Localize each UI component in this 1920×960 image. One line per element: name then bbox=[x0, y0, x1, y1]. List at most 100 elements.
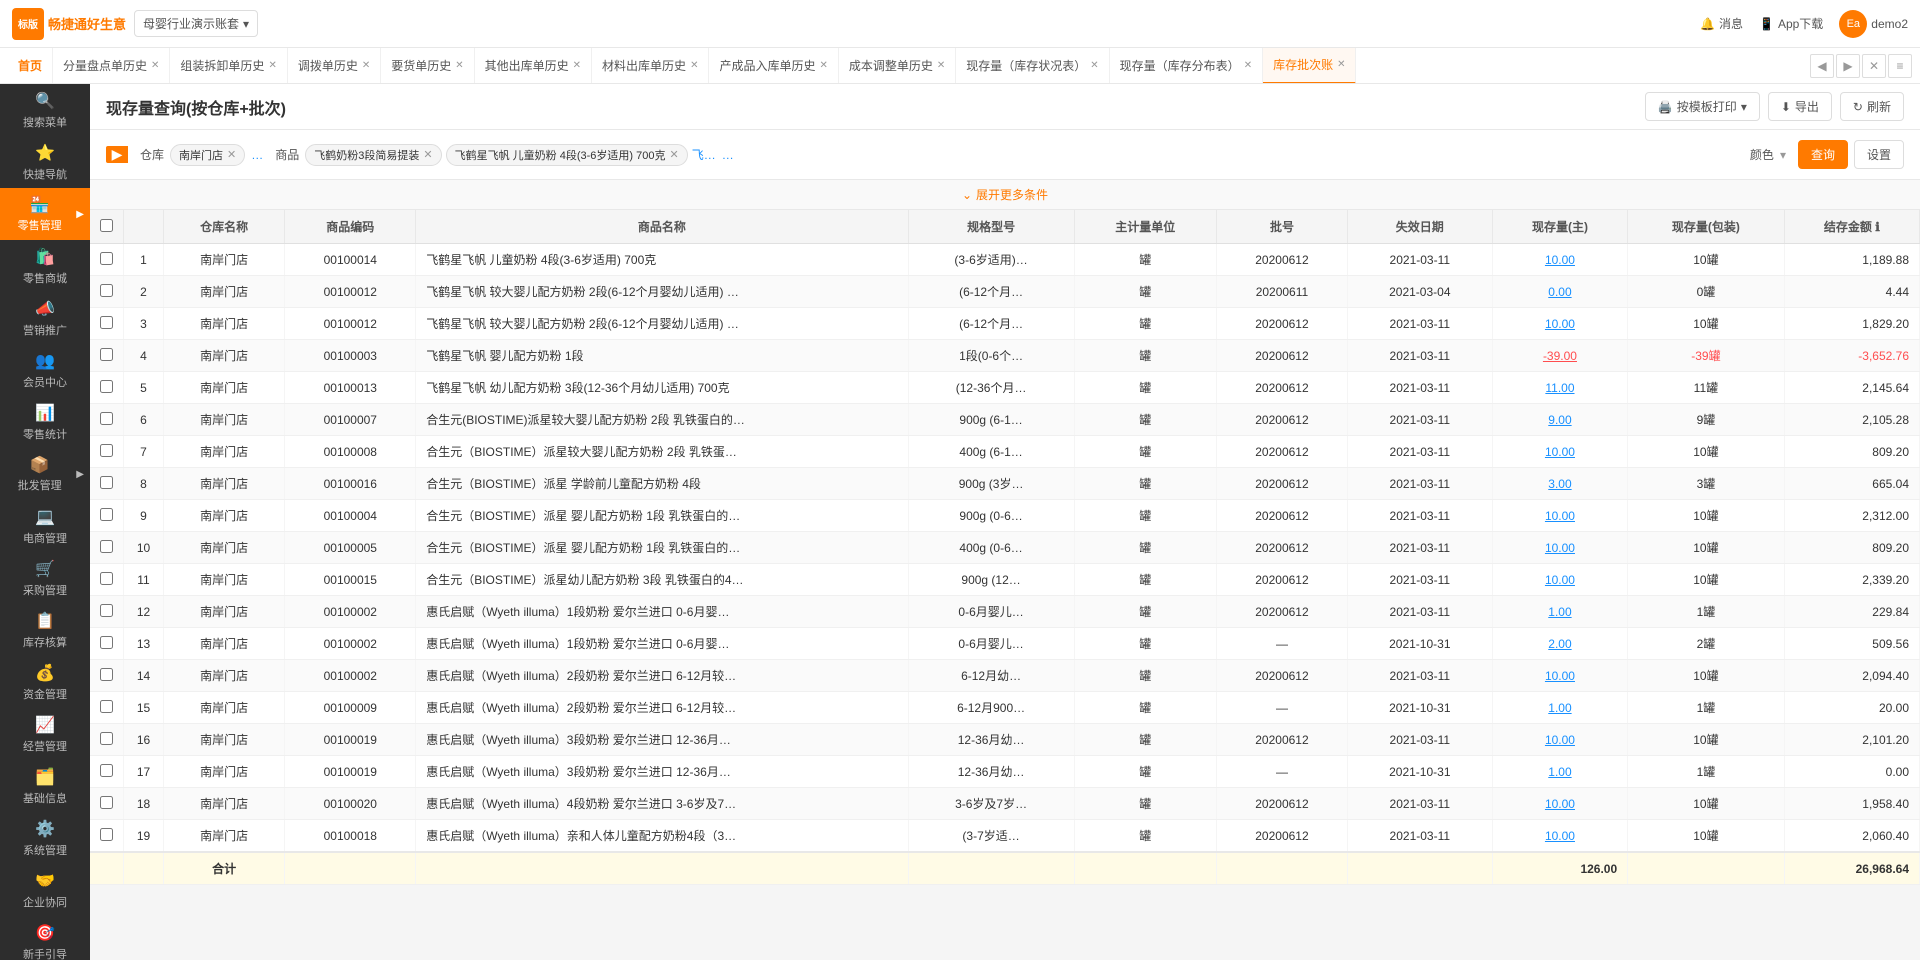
row-select-11[interactable] bbox=[100, 604, 113, 617]
row-select-14[interactable] bbox=[100, 700, 113, 713]
tab-kucun-pici[interactable]: 库存批次账 ✕ bbox=[1263, 48, 1356, 84]
row-checkbox-17[interactable] bbox=[90, 788, 124, 820]
sidebar-item-cooperation[interactable]: 🤝 企业协同 bbox=[0, 864, 90, 916]
row-select-18[interactable] bbox=[100, 828, 113, 841]
sidebar-item-operations[interactable]: 📈 经营管理 bbox=[0, 708, 90, 760]
row-qty-main-6[interactable]: 10.00 bbox=[1492, 436, 1627, 468]
row-select-3[interactable] bbox=[100, 348, 113, 361]
goods-tag-2-remove[interactable]: ✕ bbox=[669, 148, 678, 161]
user-area[interactable]: Ea demo2 bbox=[1839, 10, 1908, 38]
row-checkbox-3[interactable] bbox=[90, 340, 124, 372]
row-select-8[interactable] bbox=[100, 508, 113, 521]
sidebar-item-basic[interactable]: 🗂️ 基础信息 bbox=[0, 760, 90, 812]
row-qty-main-9[interactable]: 10.00 bbox=[1492, 532, 1627, 564]
tab-home[interactable]: 首页 bbox=[8, 48, 53, 84]
row-select-10[interactable] bbox=[100, 572, 113, 585]
row-checkbox-8[interactable] bbox=[90, 500, 124, 532]
close-icon[interactable]: ✕ bbox=[455, 60, 463, 71]
tab-qita-chuku[interactable]: 其他出库单历史 ✕ bbox=[475, 48, 592, 84]
row-checkbox-9[interactable] bbox=[90, 532, 124, 564]
row-qty-main-16[interactable]: 1.00 bbox=[1492, 756, 1627, 788]
row-qty-main-7[interactable]: 3.00 bbox=[1492, 468, 1627, 500]
tab-scroll-right[interactable]: ▶ bbox=[1836, 54, 1860, 78]
row-select-6[interactable] bbox=[100, 444, 113, 457]
row-select-2[interactable] bbox=[100, 316, 113, 329]
row-qty-main-1[interactable]: 0.00 bbox=[1492, 276, 1627, 308]
sidebar-item-shop[interactable]: 🛍️ 零售商城 bbox=[0, 240, 90, 292]
sidebar-item-system[interactable]: ⚙️ 系统管理 bbox=[0, 812, 90, 864]
row-qty-main-15[interactable]: 10.00 bbox=[1492, 724, 1627, 756]
row-select-0[interactable] bbox=[100, 252, 113, 265]
sidebar-item-finance[interactable]: 💰 资金管理 bbox=[0, 656, 90, 708]
row-qty-main-8[interactable]: 10.00 bbox=[1492, 500, 1627, 532]
row-qty-main-3[interactable]: -39.00 bbox=[1492, 340, 1627, 372]
row-checkbox-18[interactable] bbox=[90, 820, 124, 853]
row-checkbox-6[interactable] bbox=[90, 436, 124, 468]
tab-menu[interactable]: ≡ bbox=[1888, 54, 1912, 78]
row-select-16[interactable] bbox=[100, 764, 113, 777]
tab-close-all[interactable]: ✕ bbox=[1862, 54, 1886, 78]
tab-zuchaichu[interactable]: 组装拆卸单历史 ✕ bbox=[170, 48, 287, 84]
row-checkbox-5[interactable] bbox=[90, 404, 124, 436]
goods-tag-1-remove[interactable]: ✕ bbox=[423, 148, 432, 161]
row-qty-main-13[interactable]: 10.00 bbox=[1492, 660, 1627, 692]
sidebar-item-inventory[interactable]: 📋 库存核算 bbox=[0, 604, 90, 656]
account-selector[interactable]: 母婴行业演示账套 ▾ bbox=[134, 10, 258, 37]
row-checkbox-13[interactable] bbox=[90, 660, 124, 692]
row-qty-main-5[interactable]: 9.00 bbox=[1492, 404, 1627, 436]
expand-conditions-btn[interactable]: ⌄ 展开更多条件 bbox=[106, 186, 1904, 203]
row-qty-main-12[interactable]: 2.00 bbox=[1492, 628, 1627, 660]
warehouse-more-btn[interactable]: … bbox=[251, 148, 263, 162]
row-qty-main-17[interactable]: 10.00 bbox=[1492, 788, 1627, 820]
close-icon[interactable]: ✕ bbox=[268, 60, 276, 71]
row-select-13[interactable] bbox=[100, 668, 113, 681]
row-checkbox-11[interactable] bbox=[90, 596, 124, 628]
tab-chengben[interactable]: 成本调整单历史 ✕ bbox=[839, 48, 956, 84]
row-select-12[interactable] bbox=[100, 636, 113, 649]
export-btn[interactable]: ⬇ 导出 bbox=[1768, 92, 1832, 121]
close-icon[interactable]: ✕ bbox=[362, 60, 370, 71]
tab-chanchengpin[interactable]: 产成品入库单历史 ✕ bbox=[709, 48, 838, 84]
close-icon[interactable]: ✕ bbox=[151, 60, 159, 71]
close-icon[interactable]: ✕ bbox=[573, 60, 581, 71]
close-icon[interactable]: ✕ bbox=[937, 60, 945, 71]
tab-xiancunliang-kuzhuang[interactable]: 现存量（库存状况表） ✕ bbox=[956, 48, 1109, 84]
sidebar-item-ecommerce[interactable]: 💻 电商管理 bbox=[0, 500, 90, 552]
row-checkbox-16[interactable] bbox=[90, 756, 124, 788]
warehouse-tag-nanan[interactable]: 南岸门店 ✕ bbox=[170, 144, 245, 166]
sidebar-item-newguide[interactable]: 🎯 新手引导 bbox=[0, 916, 90, 960]
row-qty-main-18[interactable]: 10.00 bbox=[1492, 820, 1627, 853]
row-qty-main-11[interactable]: 1.00 bbox=[1492, 596, 1627, 628]
goods-tag-1[interactable]: 飞鹤奶粉3段简易提装 ✕ bbox=[305, 144, 441, 166]
tab-scroll-left[interactable]: ◀ bbox=[1810, 54, 1834, 78]
refresh-btn[interactable]: ↻ 刷新 bbox=[1840, 92, 1904, 121]
goods-more-btn[interactable]: … bbox=[722, 148, 734, 162]
query-btn[interactable]: 查询 bbox=[1798, 140, 1848, 169]
row-qty-main-10[interactable]: 10.00 bbox=[1492, 564, 1627, 596]
print-btn[interactable]: 🖨️ 按模板打印 ▾ bbox=[1645, 92, 1760, 121]
warehouse-tag-remove[interactable]: ✕ bbox=[227, 148, 236, 161]
row-checkbox-14[interactable] bbox=[90, 692, 124, 724]
messages-btn[interactable]: 🔔 消息 bbox=[1700, 15, 1743, 32]
tab-xiancunliang-fenbiao[interactable]: 现存量（库存分布表） ✕ bbox=[1110, 48, 1263, 84]
sidebar-item-wholesale[interactable]: 📦 批发管理 ▶ bbox=[0, 448, 90, 500]
tab-fenliangpandian[interactable]: 分量盘点单历史 ✕ bbox=[53, 48, 170, 84]
row-checkbox-0[interactable] bbox=[90, 244, 124, 276]
sidebar-item-purchase[interactable]: 🛒 采购管理 bbox=[0, 552, 90, 604]
goods-more-tag[interactable]: 飞… bbox=[692, 146, 716, 163]
tab-cailiao-chuku[interactable]: 材料出库单历史 ✕ bbox=[592, 48, 709, 84]
close-icon[interactable]: ✕ bbox=[819, 60, 827, 71]
sidebar-item-stats[interactable]: 📊 零售统计 bbox=[0, 396, 90, 448]
row-checkbox-15[interactable] bbox=[90, 724, 124, 756]
row-checkbox-2[interactable] bbox=[90, 308, 124, 340]
filter-expand-arrow[interactable]: ▶ bbox=[106, 146, 128, 163]
close-icon[interactable]: ✕ bbox=[1090, 60, 1098, 71]
row-select-4[interactable] bbox=[100, 380, 113, 393]
close-icon[interactable]: ✕ bbox=[1244, 60, 1252, 71]
row-qty-main-4[interactable]: 11.00 bbox=[1492, 372, 1627, 404]
close-icon[interactable]: ✕ bbox=[1337, 59, 1345, 70]
goods-tag-2[interactable]: 飞鹤星飞帆 儿童奶粉 4段(3-6岁适用) 700克 ✕ bbox=[446, 144, 688, 166]
row-qty-main-0[interactable]: 10.00 bbox=[1492, 244, 1627, 276]
row-qty-main-14[interactable]: 1.00 bbox=[1492, 692, 1627, 724]
app-download-btn[interactable]: 📱 App下载 bbox=[1759, 15, 1823, 32]
